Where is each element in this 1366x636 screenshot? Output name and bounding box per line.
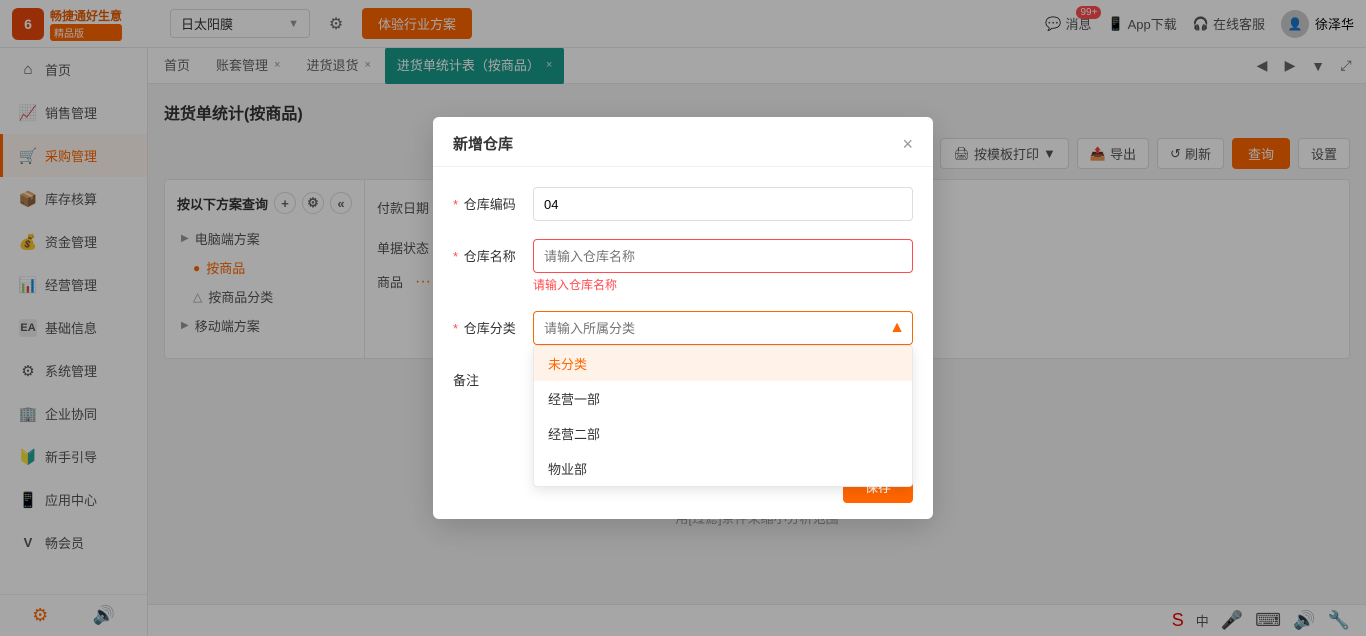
modal-overlay[interactable]: 新增仓库 × * 仓库编码 * 仓库名称 (0, 0, 1366, 636)
name-field-wrapper: 请输入仓库名称 (533, 239, 913, 293)
modal-title: 新增仓库 (453, 133, 513, 154)
name-label: * 仓库名称 (453, 239, 533, 265)
dropdown-item-3[interactable]: 物业部 (534, 451, 912, 486)
modal-header: 新增仓库 × (433, 117, 933, 167)
category-dropdown: 未分类 经营一部 经营二部 物业部 (533, 345, 913, 487)
form-row-category: * 仓库分类 ▲ 未分类 经营一部 经营二部 物业部 (453, 311, 913, 345)
dropdown-item-2[interactable]: 经营二部 (534, 416, 912, 451)
dropdown-item-0[interactable]: 未分类 (534, 346, 912, 381)
required-star-name: * (453, 249, 458, 264)
category-toggle-icon[interactable]: ▲ (889, 319, 905, 337)
form-row-code: * 仓库编码 (453, 187, 913, 221)
notes-label: 备注 (453, 363, 533, 389)
category-label: * 仓库分类 (453, 311, 533, 337)
required-star-code: * (453, 197, 458, 212)
modal-close-button[interactable]: × (902, 135, 913, 153)
form-row-name: * 仓库名称 请输入仓库名称 (453, 239, 913, 293)
code-field-wrapper (533, 187, 913, 221)
warehouse-code-input[interactable] (533, 187, 913, 221)
name-error-message: 请输入仓库名称 (533, 276, 913, 293)
modal-body: * 仓库编码 * 仓库名称 请输入仓库名称 (433, 167, 933, 460)
required-star-category: * (453, 321, 458, 336)
code-label: * 仓库编码 (453, 187, 533, 213)
warehouse-category-input[interactable] (533, 311, 913, 345)
warehouse-name-input[interactable] (533, 239, 913, 273)
add-warehouse-modal: 新增仓库 × * 仓库编码 * 仓库名称 (433, 117, 933, 519)
dropdown-item-1[interactable]: 经营一部 (534, 381, 912, 416)
category-field-wrapper: ▲ (533, 311, 913, 345)
